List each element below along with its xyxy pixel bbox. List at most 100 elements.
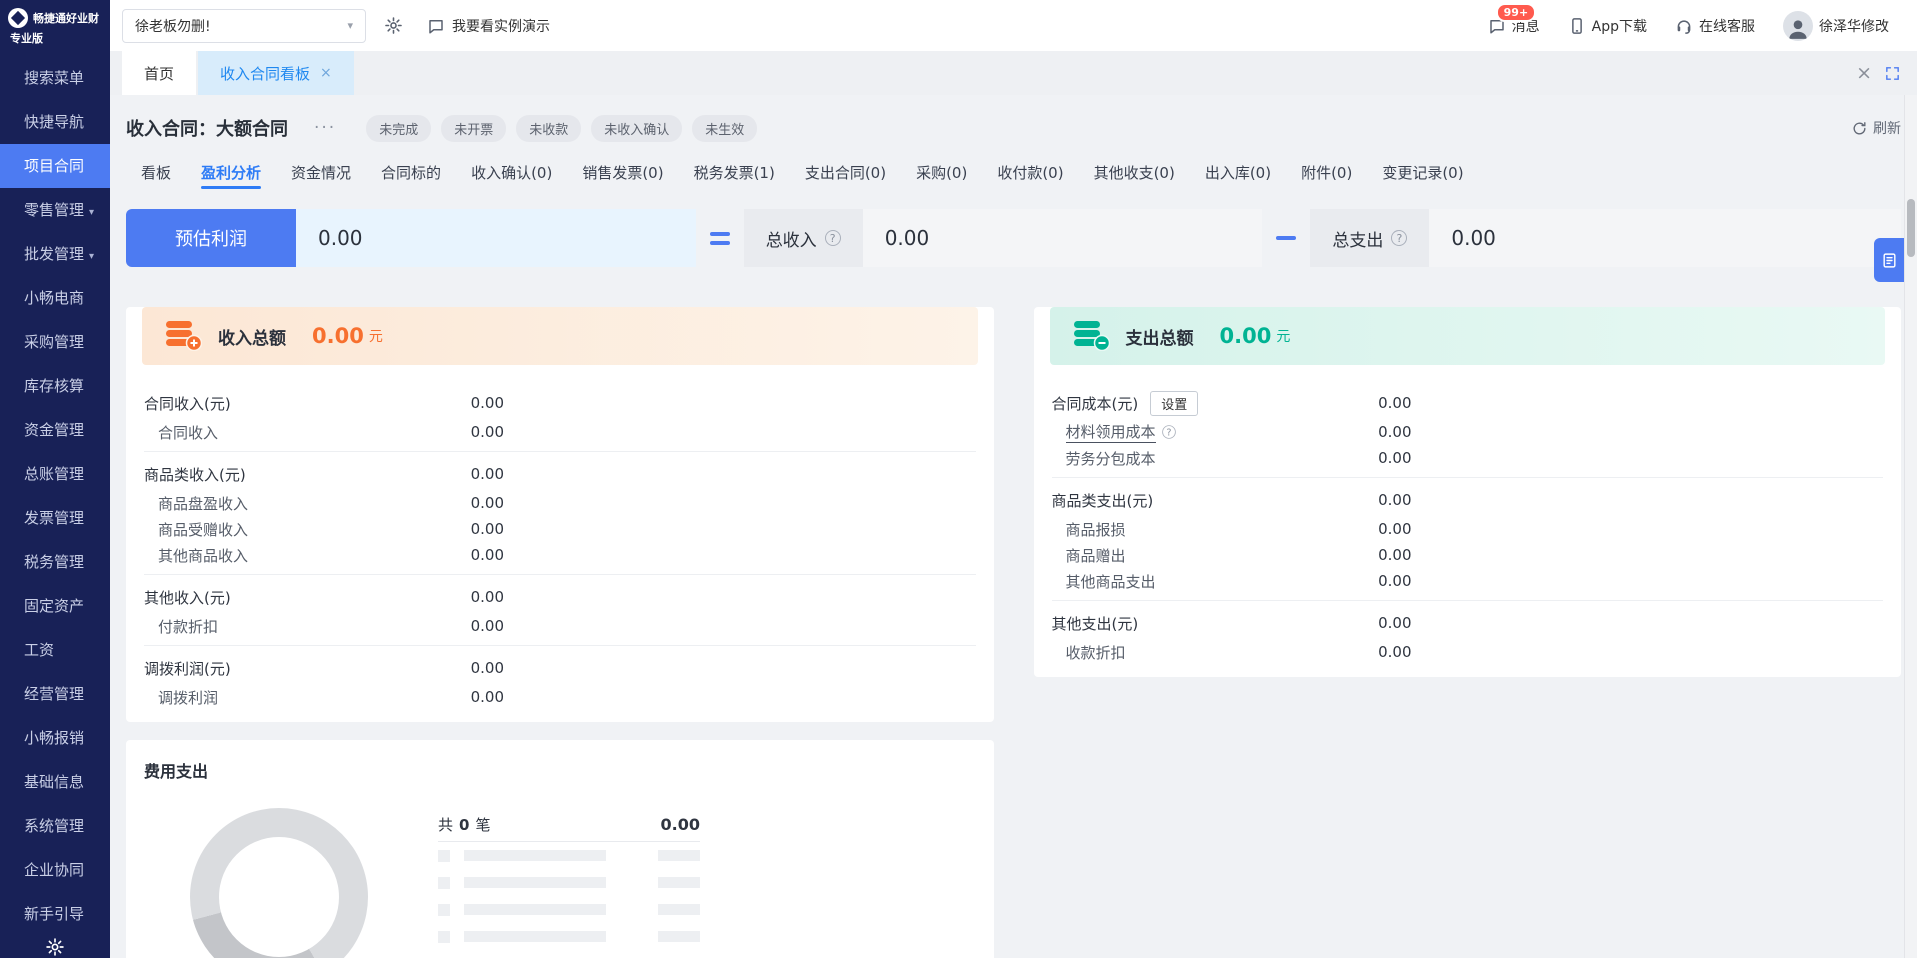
- minus-icon: [1262, 209, 1310, 267]
- sidebar-item-payroll[interactable]: 工资: [0, 628, 110, 672]
- status-badges: 未完成 未开票 未收款 未收入确认 未生效: [366, 114, 758, 142]
- tab-home[interactable]: 首页: [122, 51, 197, 95]
- chevron-down-icon: ▾: [89, 207, 95, 218]
- sidebar-item-general-ledger[interactable]: 总账管理: [0, 452, 110, 496]
- sidebar-item-enterprise-collaboration[interactable]: 企业协同: [0, 848, 110, 892]
- online-service-button[interactable]: 在线客服: [1675, 16, 1755, 36]
- user-menu[interactable]: 徐泽华修改: [1783, 10, 1889, 41]
- status-badge: 未收款: [516, 114, 582, 142]
- sidebar-item-procurement[interactable]: 采购管理: [0, 320, 110, 364]
- expense-total-unit: 元: [1276, 329, 1291, 345]
- sidebar-item-wholesale-management[interactable]: 批发管理 ▾: [0, 232, 110, 276]
- sidebar-item-invoice-management[interactable]: 发票管理: [0, 496, 110, 540]
- sidebar-item-expense-claims[interactable]: 小畅报销: [0, 716, 110, 760]
- income-banner: 收入总额 0.00 元: [142, 307, 978, 365]
- expense-total-title: 支出总额: [1125, 328, 1194, 349]
- tab-contract-subject[interactable]: 合同标的: [366, 151, 456, 193]
- topbar: 徐老板勿删! ▾ 我要看实例演示 99+ 消息 App下载 在线客服 徐泽华修改: [110, 0, 1917, 51]
- sidebar-item-quick-navigation[interactable]: 快捷导航: [0, 100, 110, 144]
- main-area: 徐老板勿删! ▾ 我要看实例演示 99+ 消息 App下载 在线客服 徐泽华修改…: [110, 0, 1917, 958]
- tab-change-records[interactable]: 变更记录(0): [1367, 151, 1478, 193]
- fee-count: 0: [459, 815, 470, 834]
- tab-expense-contract[interactable]: 支出合同(0): [790, 151, 901, 193]
- table-row: 商品受赠收入 0.00: [158, 520, 504, 539]
- scrollbar-thumb[interactable]: [1907, 199, 1915, 257]
- income-total-unit: 元: [368, 329, 383, 345]
- brand-logo: 畅捷通好业财 专业版: [0, 0, 110, 50]
- estimated-profit-button[interactable]: 预估利润: [126, 209, 296, 267]
- info-icon[interactable]: [1391, 230, 1408, 246]
- tab-revenue-confirmation[interactable]: 收入确认(0): [456, 151, 567, 193]
- sidebar-item-tax-management[interactable]: 税务管理: [0, 540, 110, 584]
- sidebar: 畅捷通好业财 专业版 搜索菜单 快捷导航 项目合同 零售管理 ▾ 批发管理 ▾ 小畅…: [0, 0, 110, 958]
- table-row: 商品赠出 0.00: [1065, 546, 1412, 565]
- total-income-value: 0.00: [884, 226, 930, 250]
- table-row: 合同收入 0.00: [158, 423, 504, 442]
- table-row: 其他支出(元) 0.00: [1051, 614, 1412, 633]
- more-actions-icon[interactable]: ···: [314, 118, 336, 138]
- app-download-button[interactable]: App下载: [1568, 16, 1647, 36]
- table-row: 收款折扣 0.00: [1065, 643, 1412, 662]
- tab-profit-analysis[interactable]: 盈利分析: [186, 151, 276, 193]
- table-row: 其他商品支出 0.00: [1065, 572, 1412, 591]
- phone-icon: [1571, 17, 1582, 34]
- sidebar-item-system-management[interactable]: 系统管理: [0, 804, 110, 848]
- brand-edition: 专业版: [10, 32, 43, 45]
- side-panel-toggle[interactable]: [1874, 238, 1904, 282]
- sidebar-item-retail-management[interactable]: 零售管理 ▾: [0, 188, 110, 232]
- tab-income-contract-board[interactable]: 收入合同看板 ×: [198, 51, 354, 95]
- sidebar-item-project-contract[interactable]: 项目合同: [0, 144, 110, 188]
- close-icon[interactable]: ×: [1856, 63, 1872, 83]
- workspace-select[interactable]: 徐老板勿删! ▾: [122, 8, 366, 43]
- table-row: 合同成本(元) 设置 0.00: [1052, 387, 1884, 419]
- info-icon[interactable]: [824, 230, 841, 246]
- sidebar-item-beginner-guide[interactable]: 新手引导: [0, 892, 110, 936]
- tab-tax-invoice[interactable]: 税务发票(1): [679, 151, 790, 193]
- tab-other-income-expense[interactable]: 其他收支(0): [1079, 151, 1190, 193]
- topbar-gear-icon[interactable]: [384, 16, 403, 35]
- vertical-scrollbar[interactable]: [1904, 95, 1917, 958]
- table-row: 其他收入(元) 0.00: [144, 588, 504, 607]
- sidebar-item-search-menu[interactable]: 搜索菜单: [0, 56, 110, 100]
- demo-link[interactable]: 我要看实例演示: [427, 16, 550, 36]
- tab-kanban[interactable]: 看板: [126, 151, 186, 193]
- fullscreen-icon[interactable]: [1884, 65, 1901, 82]
- table-row: 材料领用成本 0.00: [1052, 419, 1884, 445]
- cost-settings-button[interactable]: 设置: [1150, 390, 1199, 416]
- sidebar-item-inventory-accounting[interactable]: 库存核算: [0, 364, 110, 408]
- fee-expense-card: 费用支出 共 0 笔 0.00: [126, 740, 994, 958]
- total-expense-value: 0.00: [1451, 226, 1496, 250]
- refresh-icon: [1853, 121, 1866, 134]
- tab-capital-status[interactable]: 资金情况: [276, 151, 366, 193]
- table-row: 商品盘盈收入 0.00: [158, 494, 504, 513]
- tab-stock-in-out[interactable]: 出入库(0): [1190, 151, 1286, 193]
- income-total-title: 收入总额: [218, 328, 286, 349]
- expense-total-amount: 0.00: [1219, 324, 1272, 348]
- info-icon[interactable]: [1161, 425, 1176, 439]
- detail-tabs: 看板 盈利分析 资金情况 合同标的 收入确认(0) 销售发票(0) 税务发票(1…: [126, 151, 1901, 193]
- sidebar-item-fixed-assets[interactable]: 固定资产: [0, 584, 110, 628]
- expense-column: 支出总额 0.00 元 合同成本(元) 设置 0.00 材料领用成本 ? 0.0…: [1033, 291, 1901, 677]
- tab-procurement[interactable]: 采购(0): [901, 151, 982, 193]
- sidebar-item-basic-data[interactable]: 基础信息: [0, 760, 110, 804]
- table-row: 调拨利润 0.00: [158, 688, 504, 707]
- tab-sales-invoice[interactable]: 销售发票(0): [567, 151, 678, 193]
- estimated-profit-value-strip: 0.00: [296, 209, 696, 267]
- refresh-button[interactable]: 刷新: [1852, 118, 1901, 138]
- table-row: 商品报损 0.00: [1065, 520, 1412, 539]
- total-income-value-strip: 0.00: [862, 209, 1263, 267]
- sidebar-item-ecommerce[interactable]: 小畅电商: [0, 276, 110, 320]
- close-tab-icon[interactable]: ×: [320, 65, 332, 81]
- username: 徐泽华修改: [1819, 18, 1889, 35]
- tab-receipts-payments[interactable]: 收付款(0): [982, 151, 1078, 193]
- avatar: [1783, 10, 1813, 41]
- sidebar-settings-gear-icon[interactable]: [0, 936, 110, 958]
- messages-button[interactable]: 99+ 消息: [1488, 2, 1540, 36]
- sidebar-item-capital-management[interactable]: 资金管理: [0, 408, 110, 452]
- estimated-profit-value: 0.00: [318, 226, 363, 250]
- sidebar-item-operations-management[interactable]: 经营管理: [0, 672, 110, 716]
- material-cost-link[interactable]: 材料领用成本: [1065, 421, 1156, 443]
- total-income-label-box: 总收入: [743, 209, 863, 267]
- tab-attachments[interactable]: 附件(0): [1286, 151, 1367, 193]
- skeleton-row: [438, 923, 700, 950]
